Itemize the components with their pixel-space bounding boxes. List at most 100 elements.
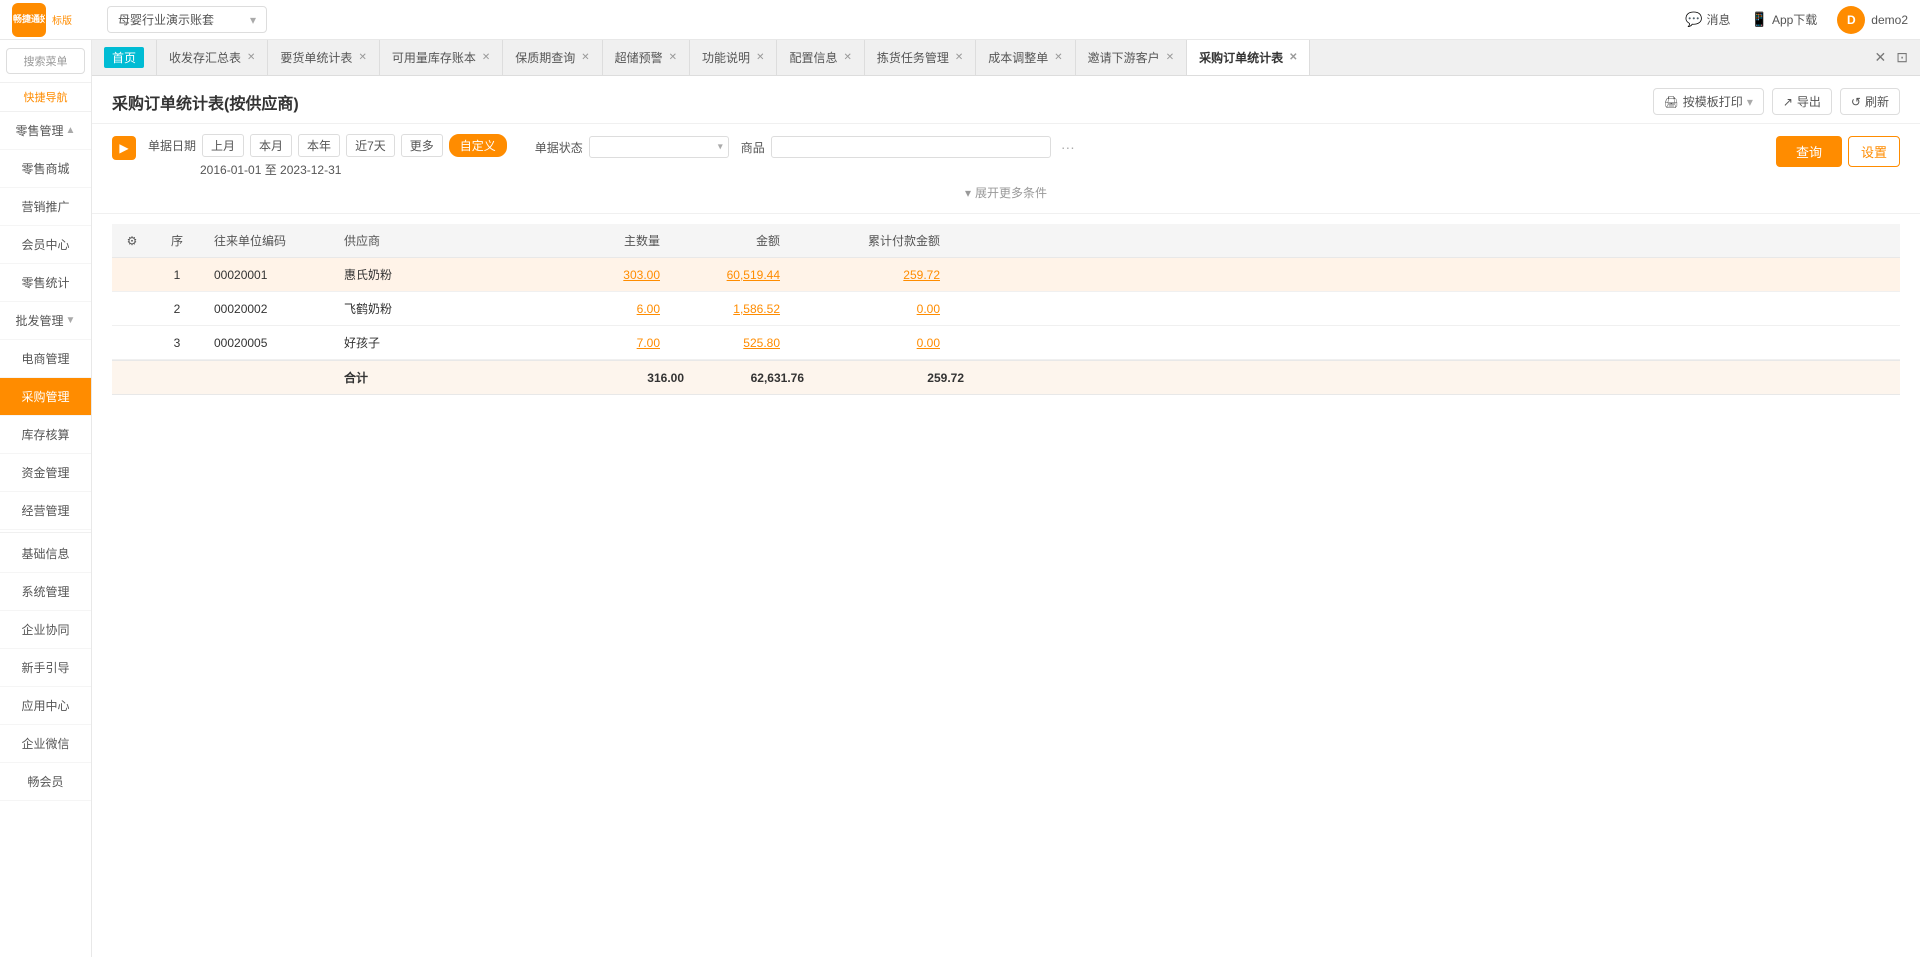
status-label: 单据状态 bbox=[535, 139, 583, 156]
sidebar-item-member[interactable]: 会员中心 bbox=[0, 226, 91, 264]
home-badge: 首页 bbox=[104, 47, 144, 68]
tab-close-icon[interactable]: ✕ bbox=[482, 52, 490, 63]
sidebar-item-enterprise-coop[interactable]: 企业协同 bbox=[0, 611, 91, 649]
date-option-this-month[interactable]: 本月 bbox=[250, 134, 292, 157]
logo-area: 畅捷通好生意 标版 bbox=[12, 3, 97, 37]
tab-close-icon[interactable]: ✕ bbox=[358, 52, 366, 63]
filter-area: ▶ 单据日期 上月 本月 本年 近7天 更多 自定义 2016-01-01 bbox=[92, 124, 1920, 214]
tab-close-icon[interactable]: ✕ bbox=[669, 52, 677, 63]
tab-goods-stats[interactable]: 要货单统计表 ✕ bbox=[268, 40, 379, 76]
tab-func-desc[interactable]: 功能说明 ✕ bbox=[690, 40, 777, 76]
top-bar-right: 💬 消息 📱 App下载 D demo2 bbox=[1685, 6, 1908, 34]
product-more-button[interactable]: ··· bbox=[1057, 139, 1079, 155]
sidebar-item-app-center[interactable]: 应用中心 bbox=[0, 687, 91, 725]
export-button[interactable]: ↗ 导出 bbox=[1772, 88, 1832, 115]
footer-label: 合计 bbox=[344, 371, 368, 385]
tab-cost-adjust[interactable]: 成本调整单 ✕ bbox=[976, 40, 1075, 76]
sidebar-item-wholesale-mgmt[interactable]: 批发管理▼ bbox=[0, 302, 91, 340]
date-option-more[interactable]: 更多 bbox=[401, 134, 443, 157]
status-select[interactable] bbox=[589, 136, 729, 158]
tab-close-icon[interactable]: ✕ bbox=[247, 52, 255, 63]
table-row: 2 00020002 飞鹤奶粉 6.00 1,586.52 0.00 bbox=[112, 292, 1900, 326]
page-header-actions: 🖨 按模板打印 ▾ ↗ 导出 ↺ 刷新 bbox=[1653, 88, 1900, 115]
tab-close-icon[interactable]: ✕ bbox=[756, 52, 764, 63]
tab-overstock-warning[interactable]: 超储预警 ✕ bbox=[603, 40, 690, 76]
filter-toggle-button[interactable]: ▶ bbox=[112, 136, 136, 160]
refresh-icon: ↺ bbox=[1851, 95, 1861, 109]
sidebar-item-enterprise-wechat[interactable]: 企业微信 bbox=[0, 725, 91, 763]
settings-button[interactable]: 设置 bbox=[1848, 136, 1900, 167]
tab-expand-button[interactable]: ⊡ bbox=[1892, 47, 1912, 68]
tab-receivable-summary[interactable]: 收发存汇总表 ✕ bbox=[157, 40, 268, 76]
sidebar-item-new-guide[interactable]: 新手引导 bbox=[0, 649, 91, 687]
tab-invite-downstream[interactable]: 邀请下游客户 ✕ bbox=[1076, 40, 1187, 76]
tab-close-icon[interactable]: ✕ bbox=[1054, 52, 1062, 63]
sidebar-item-ecommerce[interactable]: 电商管理 bbox=[0, 340, 91, 378]
date-option-custom[interactable]: 自定义 bbox=[449, 134, 507, 157]
filter-status-section: 单据状态 ▾ bbox=[535, 136, 729, 158]
sidebar-item-purchase-mgmt[interactable]: 采购管理 bbox=[0, 378, 91, 416]
tab-close-icon[interactable]: ✕ bbox=[955, 52, 963, 63]
cell-paid[interactable]: 0.00 bbox=[792, 292, 952, 326]
tab-close-icon[interactable]: ✕ bbox=[843, 52, 851, 63]
cell-qty[interactable]: 7.00 bbox=[552, 326, 672, 360]
sidebar-item-basic-info[interactable]: 基础信息 bbox=[0, 535, 91, 573]
tab-purchase-stats[interactable]: 采购订单统计表 ✕ bbox=[1187, 40, 1310, 76]
table-header-row: ⚙ 序 往来单位编码 供应商 主 bbox=[112, 224, 1900, 258]
cell-qty[interactable]: 6.00 bbox=[552, 292, 672, 326]
sidebar-item-ops-mgmt[interactable]: 经营管理 bbox=[0, 492, 91, 530]
sidebar-item-retail-shop[interactable]: 零售商城 bbox=[0, 150, 91, 188]
app-download-button[interactable]: 📱 App下载 bbox=[1751, 11, 1818, 28]
tab-expiry-query[interactable]: 保质期查询 ✕ bbox=[503, 40, 602, 76]
cell-qty[interactable]: 303.00 bbox=[552, 258, 672, 292]
user-avatar[interactable]: D demo2 bbox=[1837, 6, 1908, 34]
expand-more-button[interactable]: ▾ 展开更多条件 bbox=[965, 184, 1047, 201]
tab-bar-actions: ✕ ⊡ bbox=[1863, 47, 1920, 68]
tab-close-icon[interactable]: ✕ bbox=[1289, 52, 1297, 63]
sidebar-item-retail-mgmt[interactable]: 零售管理▲ bbox=[0, 112, 91, 150]
date-option-last-month[interactable]: 上月 bbox=[202, 134, 244, 157]
template-dropdown-icon: ▾ bbox=[1747, 95, 1753, 109]
cell-amount[interactable]: 525.80 bbox=[672, 326, 792, 360]
cell-supplier: 惠氏奶粉 bbox=[332, 258, 552, 292]
sidebar-item-inventory[interactable]: 库存核算 bbox=[0, 416, 91, 454]
search-menu-btn[interactable]: 搜索菜单 bbox=[6, 48, 85, 74]
product-input[interactable] bbox=[771, 136, 1051, 158]
tab-close-all-button[interactable]: ✕ bbox=[1871, 47, 1891, 68]
cell-amount[interactable]: 1,586.52 bbox=[672, 292, 792, 326]
col-header-extra bbox=[952, 224, 1900, 258]
date-option-7days[interactable]: 近7天 bbox=[346, 134, 395, 157]
page-content: 采购订单统计表(按供应商) 🖨 按模板打印 ▾ ↗ 导出 ↺ 刷新 bbox=[92, 76, 1920, 957]
tab-home[interactable]: 首页 bbox=[92, 40, 157, 76]
tab-config-info[interactable]: 配置信息 ✕ bbox=[777, 40, 864, 76]
cell-paid[interactable]: 259.72 bbox=[792, 258, 952, 292]
tab-close-icon[interactable]: ✕ bbox=[1166, 52, 1174, 63]
avatar-icon: D bbox=[1837, 6, 1865, 34]
export-icon: ↗ bbox=[1783, 95, 1793, 109]
table-row: 1 00020001 惠氏奶粉 303.00 60,519.44 259.72 bbox=[112, 258, 1900, 292]
template-print-button[interactable]: 🖨 按模板打印 ▾ bbox=[1653, 88, 1764, 115]
workspace-selector[interactable]: 母婴行业演示账套 ▾ bbox=[107, 6, 267, 33]
date-option-this-year[interactable]: 本年 bbox=[298, 134, 340, 157]
cell-extra bbox=[952, 292, 1900, 326]
sidebar-quick-nav[interactable]: 快捷导航 bbox=[0, 83, 91, 112]
cell-no: 3 bbox=[152, 326, 202, 360]
settings-gear-icon[interactable]: ⚙ bbox=[127, 234, 138, 248]
tab-pick-task[interactable]: 拣货任务管理 ✕ bbox=[865, 40, 976, 76]
query-button[interactable]: 查询 bbox=[1776, 136, 1842, 167]
sidebar-item-finance[interactable]: 资金管理 bbox=[0, 454, 91, 492]
table-row: 3 00020005 好孩子 7.00 525.80 0.00 bbox=[112, 326, 1900, 360]
message-button[interactable]: 💬 消息 bbox=[1685, 11, 1730, 28]
tab-available-inventory[interactable]: 可用量库存账本 ✕ bbox=[380, 40, 503, 76]
sidebar-item-sys-mgmt[interactable]: 系统管理 bbox=[0, 573, 91, 611]
sidebar-item-marketing[interactable]: 营销推广 bbox=[0, 188, 91, 226]
cell-paid[interactable]: 0.00 bbox=[792, 326, 952, 360]
cell-amount[interactable]: 60,519.44 bbox=[672, 258, 792, 292]
tab-close-icon[interactable]: ✕ bbox=[581, 52, 589, 63]
sidebar-item-vip[interactable]: 畅会员 bbox=[0, 763, 91, 801]
expand-icon2: ▼ bbox=[66, 315, 76, 326]
sidebar-search-button[interactable]: 搜索菜单 bbox=[0, 40, 91, 83]
refresh-button[interactable]: ↺ 刷新 bbox=[1840, 88, 1900, 115]
cell-settings bbox=[112, 258, 152, 292]
sidebar-item-retail-stats[interactable]: 零售统计 bbox=[0, 264, 91, 302]
